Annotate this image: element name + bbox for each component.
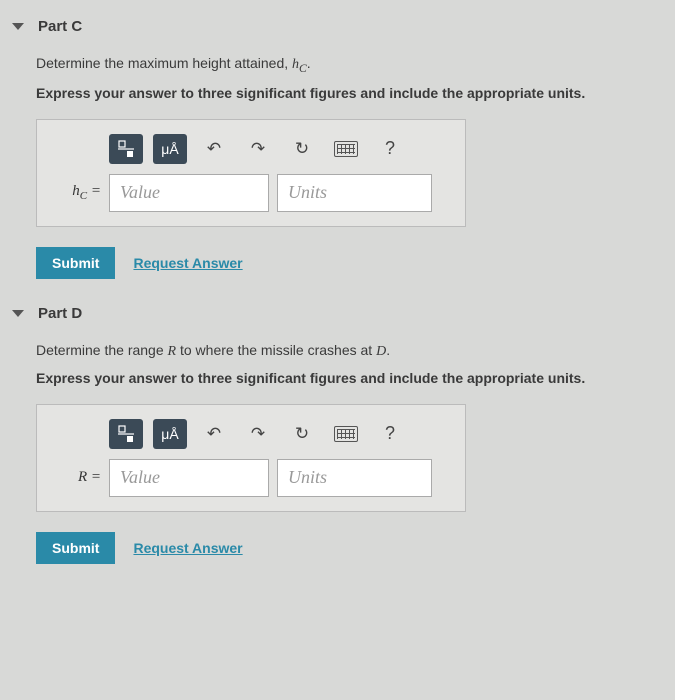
prompt-text: Determine the maximum height attained, h… [36, 55, 639, 75]
prompt-prefix: Determine the maximum height attained, [36, 55, 292, 71]
instruction-text: Express your answer to three significant… [36, 85, 639, 101]
request-answer-link[interactable]: Request Answer [133, 540, 242, 556]
part-c: Part C Determine the maximum height atta… [0, 0, 675, 287]
part-title: Part C [38, 18, 82, 35]
help-button[interactable]: ? [373, 419, 407, 449]
special-char-button[interactable]: μÅ [153, 419, 187, 449]
reset-icon[interactable]: ↻ [285, 134, 319, 164]
prompt-middle: to where the missile crashes at [176, 342, 376, 358]
input-row: hC = Value Units [53, 174, 449, 212]
answer-box: μÅ ↶ ↷ ↻ ? R = Value Units [36, 404, 466, 512]
toolbar: μÅ ↶ ↷ ↻ ? [109, 134, 407, 164]
actions-row: Submit Request Answer [36, 532, 639, 564]
prompt-var: R [168, 344, 177, 359]
keyboard-icon[interactable] [329, 419, 363, 449]
submit-button[interactable]: Submit [36, 247, 115, 279]
reset-icon[interactable]: ↻ [285, 419, 319, 449]
mu-angstrom-label: μÅ [161, 426, 178, 442]
part-header[interactable]: Part D [0, 305, 675, 342]
help-button[interactable]: ? [373, 134, 407, 164]
caret-down-icon [12, 310, 24, 317]
part-d: Part D Determine the range R to where th… [0, 287, 675, 572]
undo-icon[interactable]: ↶ [197, 134, 231, 164]
special-char-button[interactable]: μÅ [153, 134, 187, 164]
fraction-template-icon[interactable] [109, 134, 143, 164]
caret-down-icon [12, 23, 24, 30]
redo-icon[interactable]: ↷ [241, 419, 275, 449]
part-body: Determine the range R to where the missi… [0, 342, 675, 564]
value-input[interactable]: Value [109, 459, 269, 497]
answer-box: μÅ ↶ ↷ ↻ ? hC = Value Units [36, 119, 466, 227]
undo-icon[interactable]: ↶ [197, 419, 231, 449]
prompt-suffix: . [307, 55, 311, 71]
part-header[interactable]: Part C [0, 18, 675, 55]
prompt-var: hC [292, 57, 307, 72]
redo-icon[interactable]: ↷ [241, 134, 275, 164]
part-title: Part D [38, 305, 82, 322]
variable-label: hC = [53, 183, 101, 202]
units-input[interactable]: Units [277, 174, 432, 212]
part-body: Determine the maximum height attained, h… [0, 55, 675, 279]
actions-row: Submit Request Answer [36, 247, 639, 279]
request-answer-link[interactable]: Request Answer [133, 255, 242, 271]
prompt-prefix: Determine the range [36, 342, 168, 358]
toolbar: μÅ ↶ ↷ ↻ ? [109, 419, 407, 449]
input-row: R = Value Units [53, 459, 449, 497]
value-input[interactable]: Value [109, 174, 269, 212]
units-input[interactable]: Units [277, 459, 432, 497]
prompt-suffix: . [386, 342, 390, 358]
fraction-template-icon[interactable] [109, 419, 143, 449]
mu-angstrom-label: μÅ [161, 141, 178, 157]
prompt-text: Determine the range R to where the missi… [36, 342, 639, 360]
prompt-var2: D [376, 344, 386, 359]
submit-button[interactable]: Submit [36, 532, 115, 564]
instruction-text: Express your answer to three significant… [36, 370, 639, 386]
keyboard-icon[interactable] [329, 134, 363, 164]
variable-label: R = [53, 469, 101, 486]
